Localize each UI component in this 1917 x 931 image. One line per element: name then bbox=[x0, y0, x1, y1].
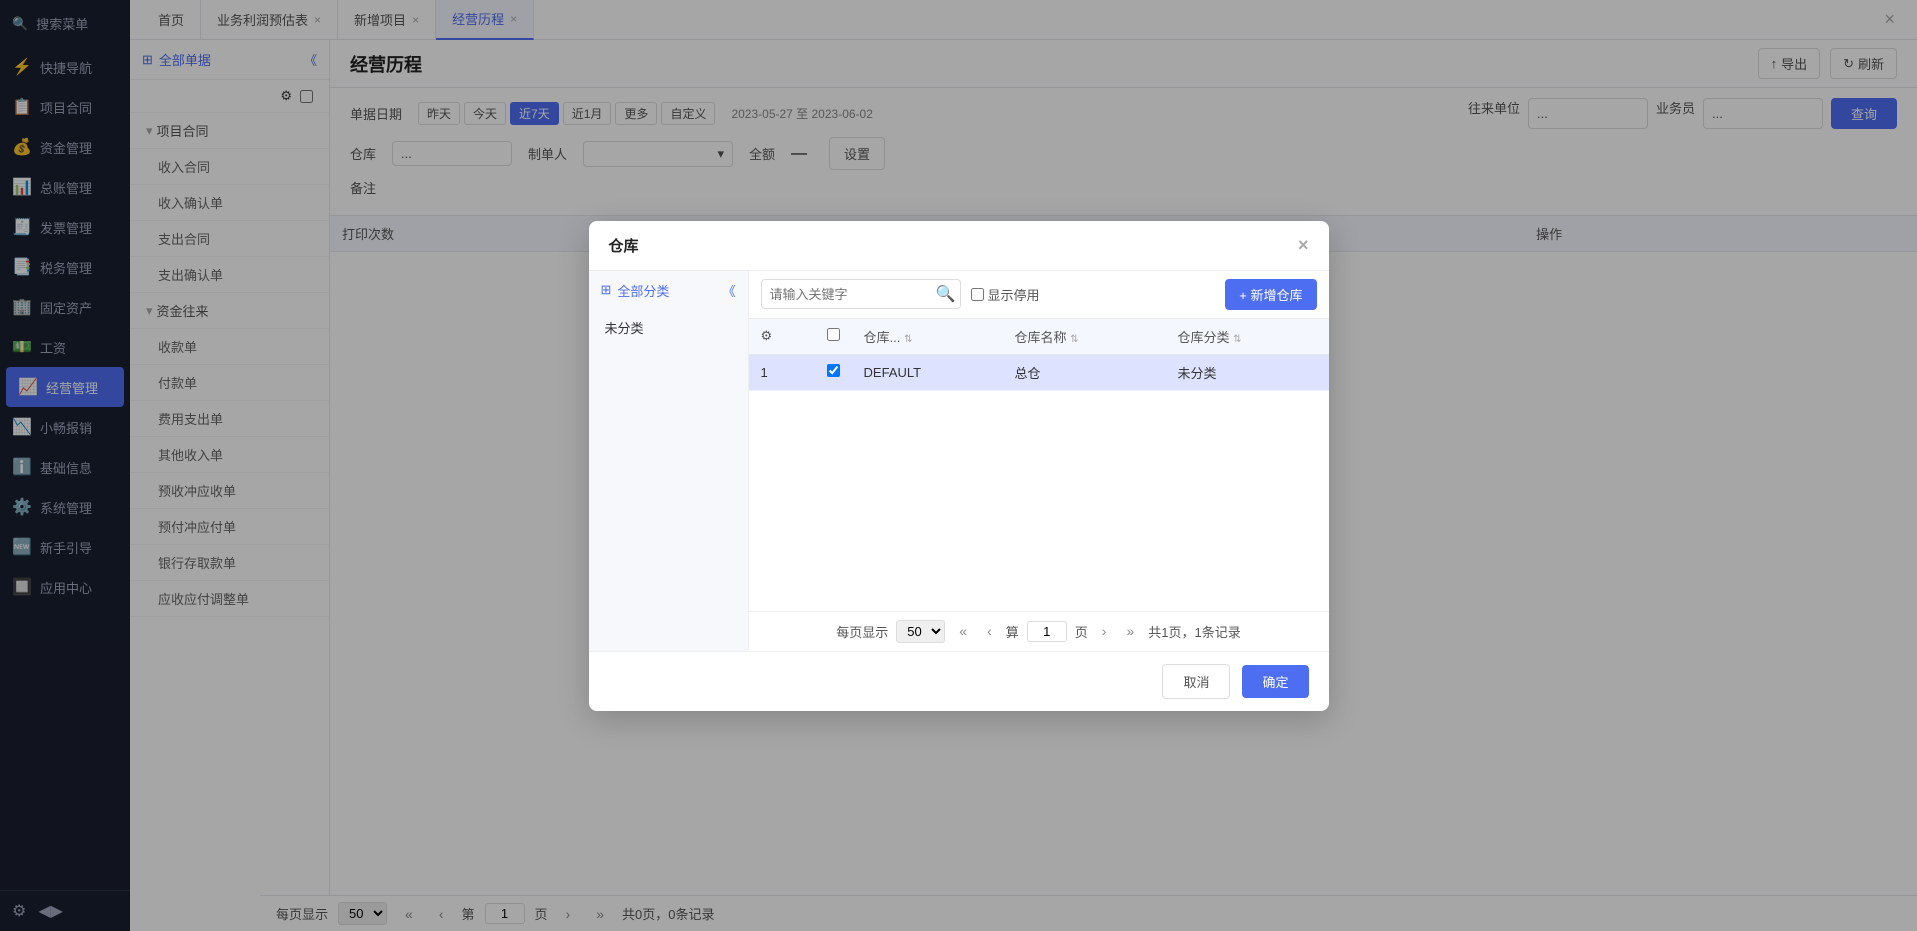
confirm-button[interactable]: 确定 bbox=[1242, 665, 1308, 698]
per-page-label: 每页显示 bbox=[836, 622, 888, 641]
dialog-search-input[interactable] bbox=[770, 287, 930, 302]
show-disabled-label[interactable]: 显示停用 bbox=[971, 285, 1040, 304]
dialog-toolbar: 🔍 显示停用 + 新增仓库 bbox=[749, 271, 1329, 319]
dialog-all-category[interactable]: ⊞ 全部分类 《 bbox=[589, 271, 748, 310]
col-code-header[interactable]: 仓库... ⇅ bbox=[852, 319, 1003, 355]
add-warehouse-button[interactable]: + 新增仓库 bbox=[1225, 279, 1316, 310]
row-category: 未分类 bbox=[1166, 354, 1329, 390]
sort-icon: ⇅ bbox=[904, 334, 912, 345]
col-category-label: 仓库分类 bbox=[1178, 330, 1230, 345]
dialog-title: 仓库 bbox=[609, 235, 639, 256]
col-check-header[interactable] bbox=[815, 319, 852, 355]
dialog-header: 仓库 × bbox=[589, 221, 1329, 271]
show-disabled-text: 显示停用 bbox=[988, 285, 1040, 304]
dialog-total-text: 共1页，1条记录 bbox=[1148, 622, 1240, 641]
dialog-footer: 取消 确定 bbox=[589, 651, 1329, 711]
dialog-table-wrap: ⚙ 仓库... ⇅ 仓库名称 bbox=[749, 319, 1329, 611]
dialog-category-unclassified[interactable]: 未分类 bbox=[589, 310, 748, 345]
dialog-body: ⊞ 全部分类 《 未分类 🔍 bbox=[589, 271, 1329, 651]
row-num: 1 bbox=[749, 354, 815, 390]
row-name: 总仓 bbox=[1003, 354, 1166, 390]
dialog-table: ⚙ 仓库... ⇅ 仓库名称 bbox=[749, 319, 1329, 391]
dialog-prev-page-btn[interactable]: ‹ bbox=[981, 621, 998, 641]
dialog-first-page-btn[interactable]: « bbox=[953, 621, 973, 641]
cancel-button[interactable]: 取消 bbox=[1162, 664, 1230, 699]
dialog-page-label: 算 bbox=[1006, 622, 1019, 641]
dialog-page-suffix: 页 bbox=[1075, 622, 1088, 641]
grid-icon: ⊞ bbox=[601, 282, 612, 298]
dialog-last-page-btn[interactable]: » bbox=[1120, 621, 1140, 641]
dialog-search-wrap[interactable]: 🔍 bbox=[761, 279, 961, 309]
sort-icon: ⇅ bbox=[1070, 334, 1078, 345]
collapse-panel-icon[interactable]: 《 bbox=[722, 281, 735, 300]
sort-icon: ⇅ bbox=[1233, 334, 1241, 345]
col-settings-header[interactable]: ⚙ bbox=[749, 319, 815, 355]
col-category-header[interactable]: 仓库分类 ⇅ bbox=[1166, 319, 1329, 355]
col-name-label: 仓库名称 bbox=[1015, 330, 1067, 345]
row-code: DEFAULT bbox=[852, 354, 1003, 390]
col-code-label: 仓库... bbox=[864, 330, 901, 345]
dialog-warehouse: 仓库 × ⊞ 全部分类 《 未分类 bbox=[589, 221, 1329, 711]
col-name-header[interactable]: 仓库名称 ⇅ bbox=[1003, 319, 1166, 355]
show-disabled-checkbox[interactable] bbox=[971, 288, 984, 301]
dialog-per-page-select[interactable]: 50 bbox=[896, 620, 945, 643]
dialog-close-button[interactable]: × bbox=[1298, 235, 1309, 256]
all-category-label: 全部分类 bbox=[617, 281, 669, 300]
unclassified-label: 未分类 bbox=[605, 321, 644, 336]
dialog-next-page-btn[interactable]: › bbox=[1096, 621, 1113, 641]
search-icon: 🔍 bbox=[936, 284, 956, 304]
dialog-left-panel: ⊞ 全部分类 《 未分类 bbox=[589, 271, 749, 651]
dialog-pagination: 每页显示 50 « ‹ 算 页 › » 共1页，1条记录 bbox=[749, 611, 1329, 651]
table-row[interactable]: 1 DEFAULT 总仓 未分类 bbox=[749, 354, 1329, 390]
dialog-right-panel: 🔍 显示停用 + 新增仓库 ⚙ bbox=[749, 271, 1329, 651]
select-all-checkbox[interactable] bbox=[827, 328, 840, 341]
dialog-overlay: 仓库 × ⊞ 全部分类 《 未分类 bbox=[0, 0, 1917, 931]
settings-icon: ⚙ bbox=[761, 328, 773, 343]
dialog-page-input[interactable] bbox=[1027, 621, 1067, 642]
row-check[interactable] bbox=[815, 354, 852, 390]
